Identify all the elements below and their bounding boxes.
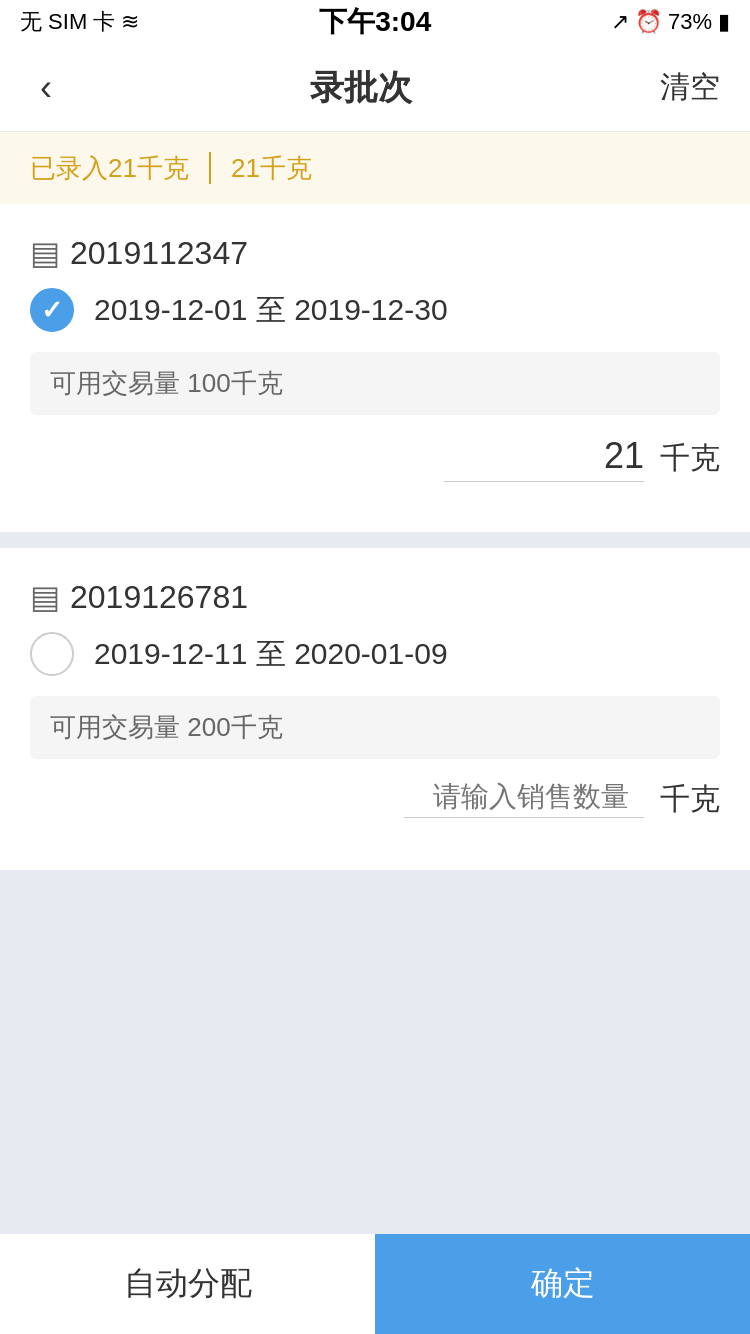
input-row-2[interactable]: 千克 xyxy=(0,759,750,840)
input-underline-2 xyxy=(404,817,644,818)
batch-id-1: 2019112347 xyxy=(70,235,248,272)
info-recorded-label: 已录入21千克 xyxy=(30,151,189,186)
batch-icon-1: ▤ xyxy=(30,234,60,272)
batch-avail-2: 可用交易量 200千克 xyxy=(30,696,720,759)
page-title: 录批次 xyxy=(310,65,412,111)
card-bottom-spacer-2: 千克 xyxy=(0,759,750,870)
card-date-row-2[interactable]: 2019-12-11 至 2020-01-09 xyxy=(30,632,720,676)
batch-item-1: ▤ 2019112347 2019-12-01 至 2019-12-30 可用交… xyxy=(0,204,750,415)
card-bottom-spacer-1: 21 千克 xyxy=(0,415,750,532)
battery-label: 73% xyxy=(668,9,712,35)
batch-icon-2: ▤ xyxy=(30,578,60,616)
clear-button[interactable]: 清空 xyxy=(660,67,720,108)
card-date-row-1[interactable]: 2019-12-01 至 2019-12-30 xyxy=(30,288,720,332)
status-right: ↗ ⏰ 73% ▮ xyxy=(611,9,730,35)
batch-item-2: ▤ 2019126781 2019-12-11 至 2020-01-09 可用交… xyxy=(0,548,750,759)
status-bar: 无 SIM 卡 ≋ 下午3:04 ↗ ⏰ 73% ▮ xyxy=(0,0,750,44)
location-icon: ↗ xyxy=(611,9,629,35)
battery-icon: ▮ xyxy=(718,9,730,35)
info-value: 21千克 xyxy=(231,151,312,186)
radio-2[interactable] xyxy=(30,632,74,676)
card-id-row-2: ▤ 2019126781 xyxy=(30,578,720,616)
confirm-button[interactable]: 确定 xyxy=(375,1234,750,1334)
batch-date-2: 2019-12-11 至 2020-01-09 xyxy=(94,634,448,675)
batch-id-2: 2019126781 xyxy=(70,579,248,616)
status-time: 下午3:04 xyxy=(319,3,431,41)
batch-date-1: 2019-12-01 至 2019-12-30 xyxy=(94,290,448,331)
quantity-input-2[interactable] xyxy=(286,781,644,813)
amount-row-1: 21 千克 xyxy=(0,415,750,502)
nav-bar: ‹ 录批次 清空 xyxy=(0,44,750,132)
amount-underline-1 xyxy=(444,481,644,482)
amount-unit-1: 千克 xyxy=(660,438,720,479)
alarm-icon: ⏰ xyxy=(635,9,662,35)
input-col-2 xyxy=(286,781,644,818)
info-banner: 已录入21千克 21千克 xyxy=(0,132,750,204)
batch-avail-1: 可用交易量 100千克 xyxy=(30,352,720,415)
info-divider xyxy=(209,152,211,184)
back-button[interactable]: ‹ xyxy=(30,57,62,119)
bottom-bar: 自动分配 确定 xyxy=(0,1234,750,1334)
separator-1 xyxy=(0,532,750,548)
amount-value-1: 21 xyxy=(604,435,644,477)
sim-label: 无 SIM 卡 ≋ xyxy=(20,7,139,37)
radio-1[interactable] xyxy=(30,288,74,332)
status-left: 无 SIM 卡 ≋ xyxy=(20,7,139,37)
input-unit-2: 千克 xyxy=(660,779,720,820)
card-id-row-1: ▤ 2019112347 xyxy=(30,234,720,272)
amount-col-1: 21 xyxy=(444,435,644,482)
auto-distribute-button[interactable]: 自动分配 xyxy=(0,1234,375,1334)
